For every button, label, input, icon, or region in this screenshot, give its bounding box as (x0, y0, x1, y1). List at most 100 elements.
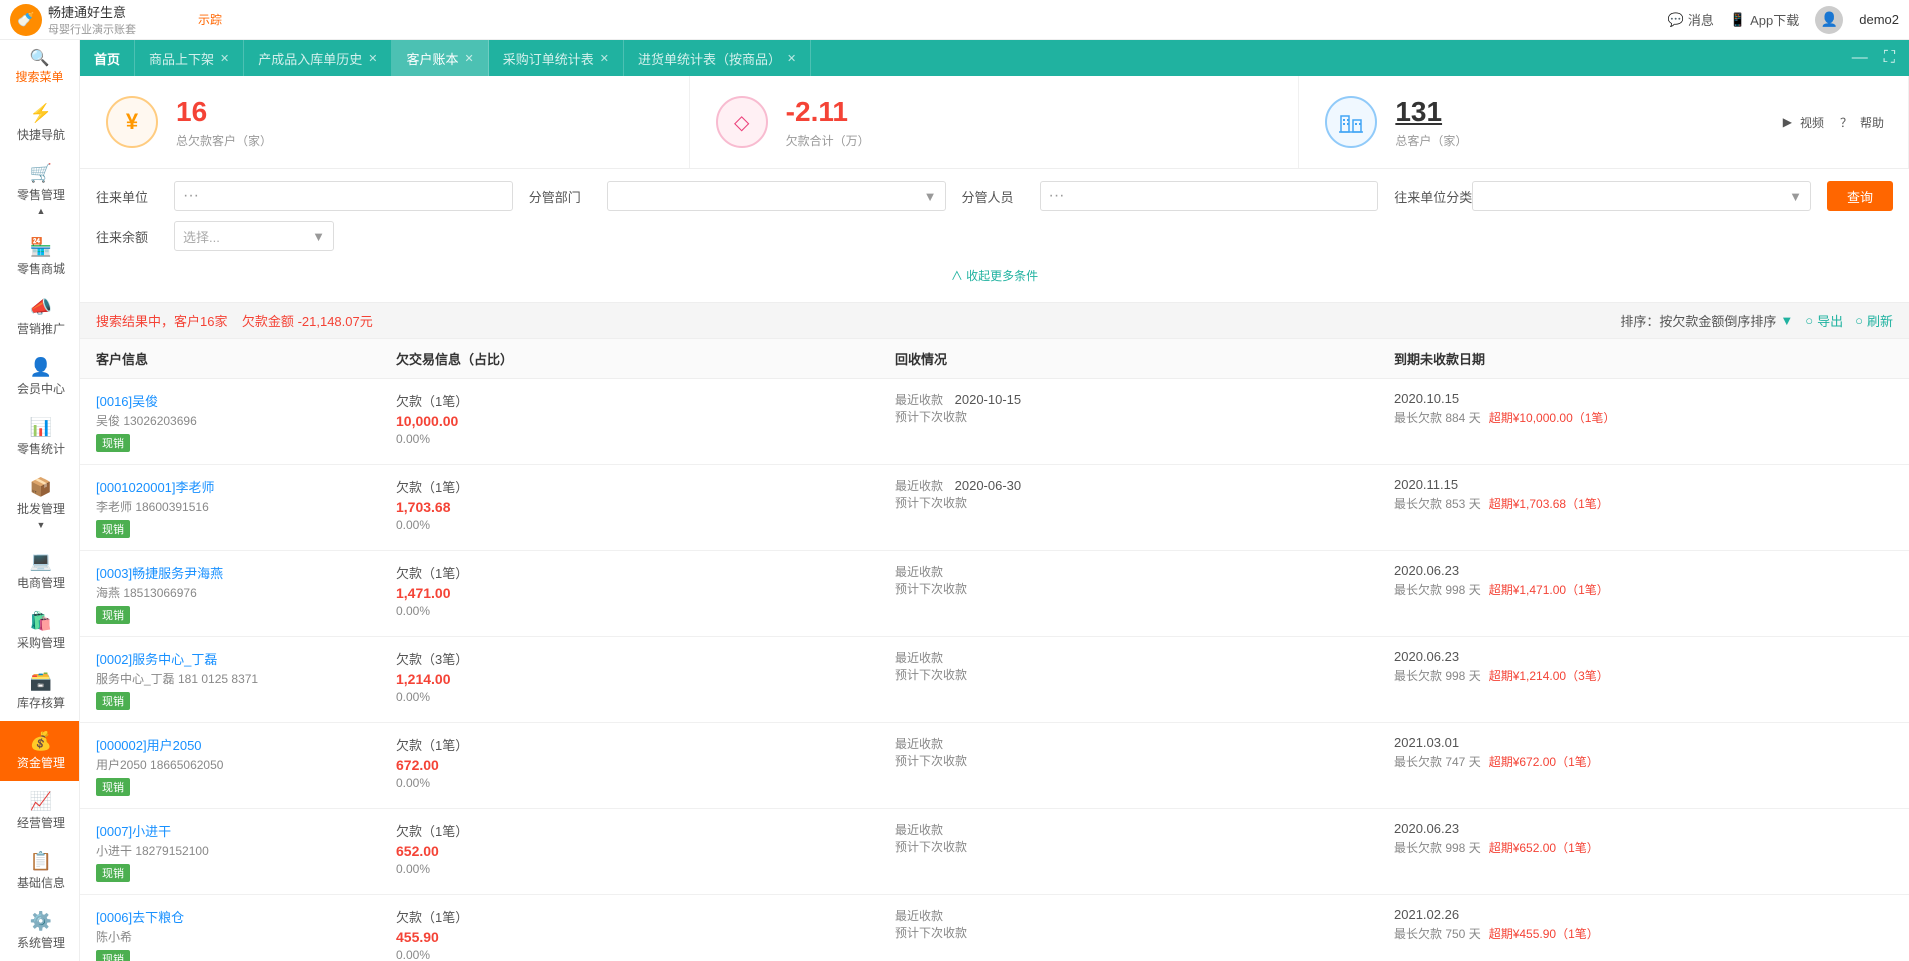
sidebar-item-batch-mgmt[interactable]: 📦 批发管理 ▼ (0, 467, 79, 541)
tab-customer-account-close[interactable]: ✕ (465, 52, 474, 65)
main-layout: 🔍 搜索菜单 ⚡ 快捷导航 🛒 零售管理 ▲ 🏪 零售商城 📣 营销推广 � (0, 40, 1909, 961)
message-button[interactable]: 💬 消息 (1668, 10, 1714, 29)
tab-bar-actions: — ⛶ (1846, 47, 1909, 69)
stat-icon-circle-total (1325, 96, 1377, 148)
purchase-mgmt-icon: 🛍️ (9, 611, 73, 632)
search-button[interactable]: 查询 (1827, 181, 1893, 211)
recovery-next: 预计下次收款 (895, 408, 1394, 425)
overdue-cell: 2021.02.26 最长欠款 750 天 超期¥455.90（1笔） (1394, 907, 1893, 942)
avatar[interactable]: 👤 (1815, 6, 1843, 34)
debt-amount[interactable]: 672.00 (396, 757, 895, 773)
sidebar-item-system[interactable]: ⚙️ 系统管理 (0, 901, 79, 961)
table-body: [0016]吴俊 吴俊 13026203696 现销 欠款（1笔） 10,000… (80, 379, 1909, 961)
sidebar-item-finance[interactable]: 💰 资金管理 (0, 721, 79, 781)
balance-select[interactable]: 选择... ▼ (174, 221, 334, 251)
tab-product-status-close[interactable]: ✕ (220, 52, 229, 65)
sidebar-item-retail-mall[interactable]: 🏪 零售商城 (0, 227, 79, 287)
help-label[interactable]: 帮助 (1860, 114, 1884, 131)
sidebar-search[interactable]: 🔍 搜索菜单 (0, 40, 79, 93)
batch-mgmt-icon: 📦 (9, 477, 73, 498)
overdue-link[interactable]: 超期¥10,000.00（1笔） (1489, 409, 1616, 426)
app-download-label: App下载 (1750, 10, 1799, 29)
customer-name[interactable]: [0006]去下粮仓 (96, 907, 396, 926)
customer-name[interactable]: [0016]吴俊 (96, 391, 396, 410)
debt-amount[interactable]: 1,703.68 (396, 499, 895, 515)
filter-balance-label: 往来余额 (96, 227, 166, 246)
overdue-days: 最长欠款 747 天 (1394, 753, 1481, 770)
stat-icon-customers: ¥ (104, 94, 160, 150)
filter-unit-category: 往来单位分类 ▼ (1394, 181, 1811, 211)
debt-count: 欠款（3笔） (396, 649, 895, 668)
sidebar-item-basic-info[interactable]: 📋 基础信息 (0, 841, 79, 901)
sidebar-item-retail-mgmt[interactable]: 🛒 零售管理 ▲ (0, 153, 79, 227)
app-download-button[interactable]: 📱 App下载 (1730, 10, 1799, 29)
col-header-overdue: 到期未收款日期 (1394, 349, 1893, 368)
tab-purchase-stats-close[interactable]: ✕ (600, 52, 609, 65)
stat-card-total-actions: ▶ 视频 ？ 帮助 (1783, 114, 1884, 131)
tab-home-label: 首页 (94, 49, 120, 68)
debt-amount[interactable]: 10,000.00 (396, 413, 895, 429)
tab-product-history-close[interactable]: ✕ (368, 52, 377, 65)
filter-unit-category-label: 往来单位分类 (1394, 187, 1464, 206)
tab-customer-account[interactable]: 客户账本 ✕ (392, 40, 488, 76)
sidebar-item-member-center[interactable]: 👤 会员中心 (0, 347, 79, 407)
person-dots: ··· (1049, 187, 1065, 205)
table-row: [0001020001]李老师 李老师 18600391516 现销 欠款（1笔… (80, 465, 1909, 551)
sidebar-item-marketing[interactable]: 📣 营销推广 (0, 287, 79, 347)
debt-amount[interactable]: 1,471.00 (396, 585, 895, 601)
tab-product-status[interactable]: 商品上下架 ✕ (135, 40, 244, 76)
debt-count: 欠款（1笔） (396, 563, 895, 582)
customer-name[interactable]: [0002]服务中心_丁磊 (96, 649, 396, 668)
overdue-link[interactable]: 超期¥672.00（1笔） (1489, 753, 1599, 770)
overdue-link[interactable]: 超期¥455.90（1笔） (1489, 925, 1599, 942)
search-menu-label: 搜索菜单 (6, 68, 73, 85)
unit-category-select[interactable]: ▼ (1472, 181, 1811, 211)
stat-card-customers: ¥ 16 总欠款客户（家） (80, 76, 690, 168)
overdue-link[interactable]: 超期¥1,703.68（1笔） (1489, 495, 1609, 512)
source-unit-input[interactable]: ··· (174, 181, 513, 211)
message-label: 消息 (1688, 10, 1714, 29)
tab-stock-stats[interactable]: 进货单统计表（按商品） ✕ (624, 40, 811, 76)
overdue-date: 2020.11.15 (1394, 477, 1893, 492)
filter-person-label: 分管人员 (962, 187, 1032, 206)
overdue-link[interactable]: 超期¥652.00（1笔） (1489, 839, 1599, 856)
sidebar-item-purchase-mgmt[interactable]: 🛍️ 采购管理 (0, 601, 79, 661)
debt-cell: 欠款（1笔） 1,471.00 0.00% (396, 563, 895, 618)
customer-tag: 现销 (96, 434, 130, 452)
dept-select[interactable]: ▼ (607, 181, 946, 211)
tab-minimize-btn[interactable]: — (1846, 47, 1874, 69)
customer-name[interactable]: [0007]小进干 (96, 821, 396, 840)
sort-select[interactable]: 排序：按欠款金额倒序排序 ▼ (1620, 311, 1793, 330)
sidebar-item-quick-nav[interactable]: ⚡ 快捷导航 (0, 93, 79, 153)
customer-info-cell: [0001020001]李老师 李老师 18600391516 现销 (96, 477, 396, 538)
sidebar-item-retail-stats[interactable]: 📊 零售统计 (0, 407, 79, 467)
refresh-button[interactable]: ○ 刷新 (1855, 311, 1893, 330)
customer-name[interactable]: [0003]畅捷服务尹海燕 (96, 563, 396, 582)
sidebar-item-operations[interactable]: 📈 经营管理 (0, 781, 79, 841)
logo-text-wrap: 畅捷通好生意 母婴行业演示账套 (48, 2, 136, 37)
export-label: 导出 (1817, 311, 1843, 330)
sidebar-item-ecommerce[interactable]: 💻 电商管理 (0, 541, 79, 601)
debt-cell: 欠款（1笔） 1,703.68 0.00% (396, 477, 895, 532)
sidebar-item-inventory[interactable]: 🗃️ 库存核算 (0, 661, 79, 721)
export-button[interactable]: ○ 导出 (1805, 311, 1843, 330)
customer-name[interactable]: [000002]用户2050 (96, 735, 396, 754)
top-bar-right: 💬 消息 📱 App下载 👤 demo2 (1668, 6, 1899, 34)
tab-stock-stats-close[interactable]: ✕ (787, 52, 796, 65)
tab-purchase-stats[interactable]: 采购订单统计表 ✕ (489, 40, 624, 76)
tab-expand-btn[interactable]: ⛶ (1878, 47, 1901, 69)
person-input[interactable]: ··· (1040, 181, 1379, 211)
overdue-link[interactable]: 超期¥1,214.00（3笔） (1489, 667, 1609, 684)
tab-product-history[interactable]: 产成品入库单历史 ✕ (244, 40, 392, 76)
collapse-button[interactable]: ∧ 收起更多条件 (96, 261, 1893, 290)
nav-label[interactable]: 示踪 (198, 11, 222, 28)
debt-amount[interactable]: 1,214.00 (396, 671, 895, 687)
debt-amount[interactable]: 652.00 (396, 843, 895, 859)
video-label[interactable]: 视频 (1800, 114, 1824, 131)
tab-home[interactable]: 首页 (80, 40, 135, 76)
debt-amount[interactable]: 455.90 (396, 929, 895, 945)
customer-name[interactable]: [0001020001]李老师 (96, 477, 396, 496)
recovery-label: 最近收款 (895, 649, 1394, 666)
content-area: 首页 商品上下架 ✕ 产成品入库单历史 ✕ 客户账本 ✕ 采购订单统计表 ✕ (80, 40, 1909, 961)
overdue-link[interactable]: 超期¥1,471.00（1笔） (1489, 581, 1609, 598)
